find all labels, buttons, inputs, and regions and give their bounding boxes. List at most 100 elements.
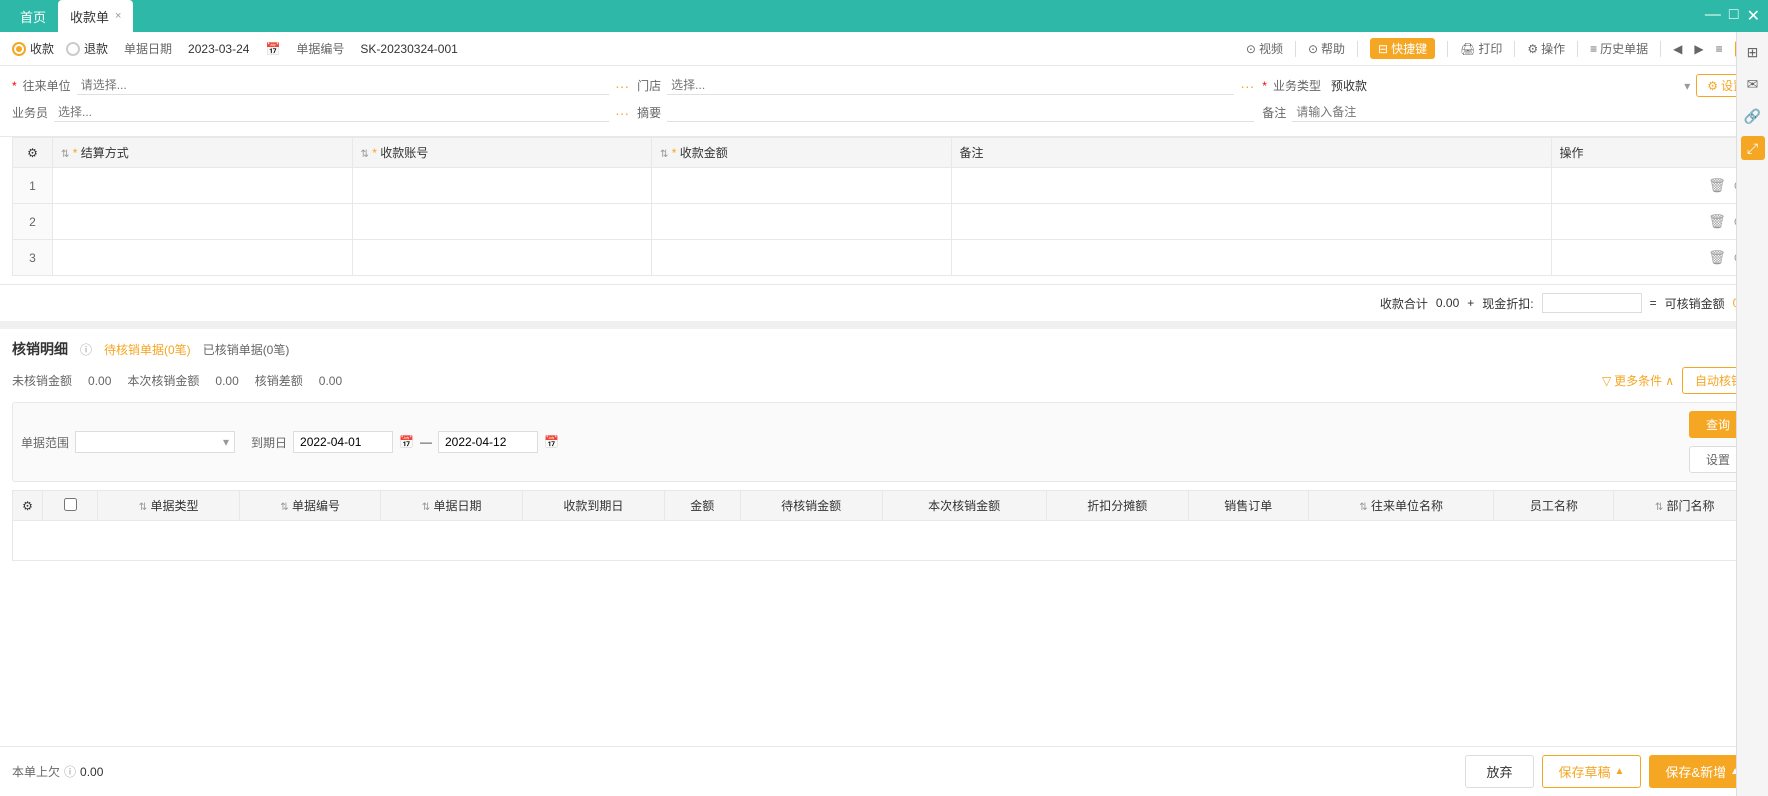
date-label: 单据日期 [124, 40, 172, 57]
chevron-up-icon: ∧ [1665, 374, 1674, 388]
hx-header: 核销明细 ⓘ 待核销单据(0笔) 已核销单据(0笔) [12, 339, 1756, 359]
cell-method-3[interactable] [53, 240, 353, 276]
per-label: 本单上欠 [12, 763, 60, 780]
row-num-2: 2 [13, 204, 53, 240]
radio-receipt[interactable]: 收款 [12, 40, 54, 57]
bottom-table-empty-row [13, 521, 1756, 561]
divider2 [1357, 41, 1358, 57]
tab-bar: 首页 收款单 × — □ ✕ [0, 0, 1768, 32]
tab-close-btn[interactable]: × [115, 10, 121, 22]
th-account: ⇅ * 收款账号 [352, 138, 652, 168]
ops-btn[interactable]: ⚙ 操作 [1527, 40, 1565, 57]
cell-account-3[interactable] [352, 240, 652, 276]
delete-row-2-icon[interactable]: 🗑 [1708, 213, 1726, 229]
tab-home[interactable]: 首页 [8, 7, 58, 26]
th-sales-order: 销售订单 [1188, 491, 1308, 521]
radio-refund[interactable]: 退款 [66, 40, 108, 57]
bottom-table: ⚙ ⇅ 单据类型 ⇅ 单据编号 ⇅ 单据日期 [12, 490, 1756, 561]
cell-note-2[interactable] [951, 204, 1551, 240]
date-calendar-icon[interactable]: 📅 [265, 42, 280, 56]
partner-input[interactable] [77, 76, 609, 95]
date-from-calendar-icon[interactable]: 📅 [399, 435, 414, 449]
form-section: * 往来单位 ··· 门店 ··· * 业务类型 预收款 ▾ ⚙ 设置 [0, 66, 1768, 137]
summary-field: 摘要 [637, 103, 1254, 122]
radio-refund-dot [66, 42, 80, 56]
biz-type-label: 业务类型 [1273, 77, 1321, 94]
date-to-calendar-icon[interactable]: 📅 [544, 435, 559, 449]
hx-done-tab[interactable]: 已核销单据(0笔) [203, 341, 290, 358]
date-to-input[interactable] [438, 431, 538, 453]
total-value: 0.00 [1436, 296, 1459, 310]
rp-mail-icon[interactable]: ✉ [1741, 72, 1765, 96]
number-value: SK-20230324-001 [360, 42, 457, 56]
print-btn[interactable]: 🖨 打印 [1460, 40, 1502, 57]
divider6 [1660, 41, 1661, 57]
select-all-checkbox[interactable] [64, 498, 77, 511]
delete-row-3-icon[interactable]: 🗑 [1708, 249, 1726, 265]
th-amount-col: 金额 [664, 491, 740, 521]
cell-account-1[interactable] [352, 168, 652, 204]
th-amount: ⇅ * 收款金额 [652, 138, 952, 168]
table-row: 1 🗑 ⊕ [13, 168, 1756, 204]
draft-label: 保存草稿 [1559, 762, 1611, 781]
rp-expand-icon[interactable]: ⤢ [1741, 136, 1765, 160]
th-settings[interactable]: ⚙ [13, 138, 53, 168]
save-new-label: 保存&新增 [1665, 762, 1726, 781]
draft-btn[interactable]: 保存草稿 ▲ [1542, 755, 1642, 788]
staff-input[interactable] [54, 103, 609, 122]
biz-type-dropdown-icon[interactable]: ▾ [1684, 79, 1690, 93]
cell-method-1[interactable] [53, 168, 353, 204]
cell-note-3[interactable] [951, 240, 1551, 276]
maximize-btn[interactable]: □ [1729, 6, 1739, 26]
filter-icon: ▽ [1602, 374, 1611, 388]
cell-note-1[interactable] [951, 168, 1551, 204]
cell-method-2[interactable] [53, 204, 353, 240]
date-value[interactable]: 2023-03-24 [188, 42, 249, 56]
th-dept-name: ⇅ 部门名称 [1614, 491, 1756, 521]
hx-pending-tab[interactable]: 待核销单据(0笔) [104, 341, 191, 358]
minimize-btn[interactable]: — [1705, 6, 1721, 26]
summary-input[interactable] [667, 103, 1254, 122]
list-view-icon[interactable]: ≡ [1716, 42, 1723, 56]
nav-prev-icon[interactable]: ◀ [1673, 42, 1682, 56]
range-field: 单据范围 ▾ [21, 431, 235, 453]
sort-icon-2: ⇅ [361, 149, 369, 160]
th-checkbox-col[interactable] [43, 491, 98, 521]
table-scroll-area[interactable]: ⚙ ⇅ * 结算方式 ⇅ * 收款账号 ⇅ * [12, 137, 1756, 276]
close-btn[interactable]: ✕ [1747, 6, 1760, 26]
range-select[interactable] [75, 431, 235, 453]
more-conditions-btn[interactable]: ▽ 更多条件 ∧ [1602, 372, 1674, 389]
date-from-input[interactable] [293, 431, 393, 453]
store-more-btn[interactable]: ··· [1240, 78, 1254, 94]
note-field: 备注 [1262, 103, 1756, 122]
nav-next-icon[interactable]: ▶ [1694, 42, 1703, 56]
cell-amount-3[interactable] [652, 240, 952, 276]
ops-label: 操作 [1541, 40, 1565, 57]
video-btn[interactable]: ⊙ 视频 [1246, 40, 1283, 57]
rp-link-icon[interactable]: 🔗 [1741, 104, 1765, 128]
hx-info-icon[interactable]: ⓘ [80, 341, 92, 358]
radio-receipt-dot [12, 42, 26, 56]
cell-amount-1[interactable] [652, 168, 952, 204]
staff-more-btn[interactable]: ··· [615, 105, 629, 121]
th-check-settings[interactable]: ⚙ [13, 491, 43, 521]
store-input[interactable] [667, 76, 1234, 95]
partner-more-btn[interactable]: ··· [615, 78, 629, 94]
discard-btn[interactable]: 放弃 [1465, 755, 1533, 788]
equals-sign: = [1650, 296, 1657, 310]
sort-icon-doc-type: ⇅ [139, 502, 147, 513]
unverified-value: 0.00 [88, 374, 111, 388]
rp-table-icon[interactable]: ⊞ [1741, 40, 1765, 64]
cell-account-2[interactable] [352, 204, 652, 240]
history-btn[interactable]: ≡ 历史单据 [1590, 40, 1648, 57]
shortcut-btn[interactable]: ⊟ 快捷键 [1370, 38, 1435, 59]
tab-active[interactable]: 收款单 × [58, 0, 133, 32]
bottom-table-area[interactable]: ⚙ ⇅ 单据类型 ⇅ 单据编号 ⇅ 单据日期 [12, 490, 1756, 561]
per-info-icon[interactable]: ⓘ [64, 763, 76, 780]
delete-row-1-icon[interactable]: 🗑 [1708, 177, 1726, 193]
help-btn[interactable]: ⊙ 帮助 [1308, 40, 1345, 57]
cell-amount-2[interactable] [652, 204, 952, 240]
note-input[interactable] [1292, 103, 1756, 122]
divider1 [1295, 41, 1296, 57]
cash-discount-input[interactable] [1542, 293, 1642, 313]
